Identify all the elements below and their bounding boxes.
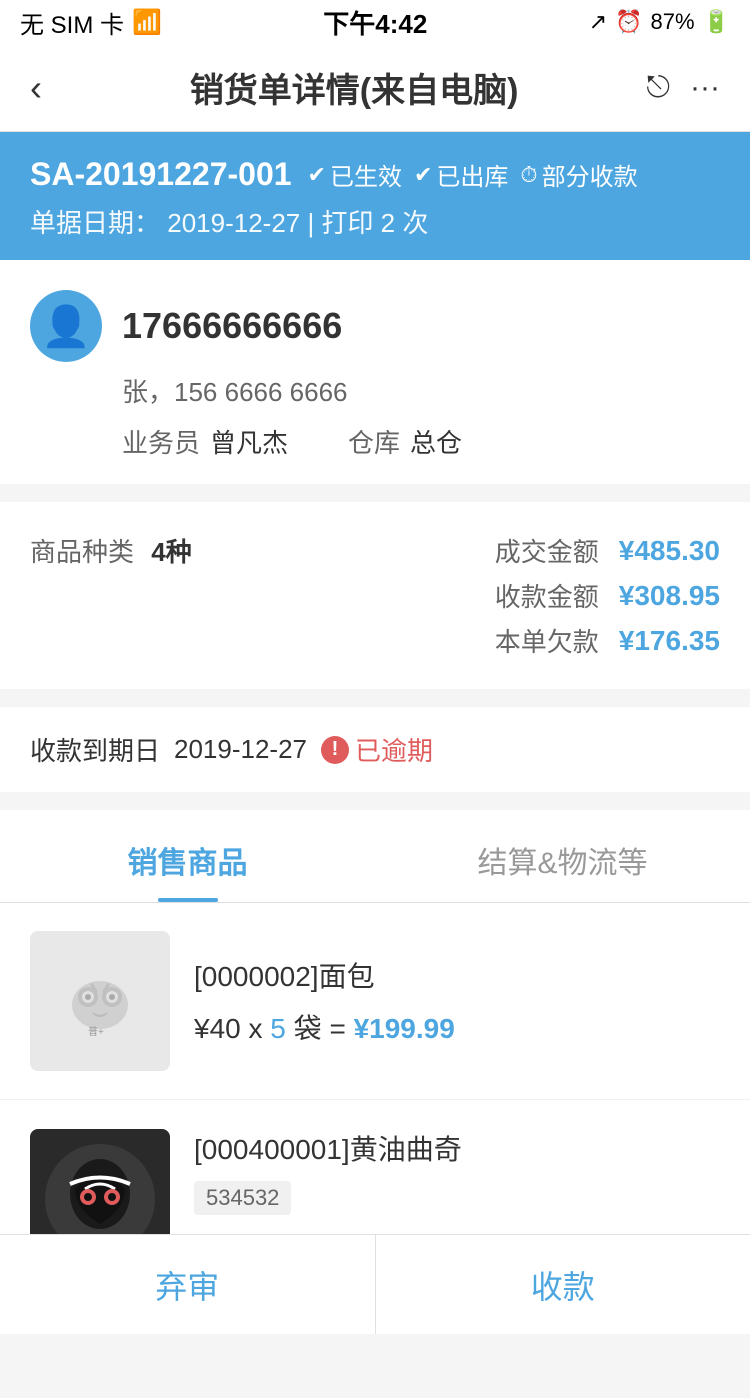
owl-icon-1: 普+ [60, 961, 140, 1041]
avatar: 👤 [30, 290, 102, 362]
status-bar: 无 SIM 卡 📶 下午4:42 ↗ ⏰ 87% 🔋 [0, 0, 750, 44]
transaction-label: 成交金额 [495, 532, 599, 569]
owed-amount: ¥176.35 [619, 625, 720, 657]
category-label: 商品种类 [30, 537, 134, 567]
summary-amounts: 成交金额 ¥485.30 收款金额 ¥308.95 本单欠款 ¥176.35 [495, 532, 720, 659]
order-id-row: SA-20191227-001 ✔ 已生效 ✔ 已出库 ⏱ 部分收款 [30, 156, 720, 193]
tab-products[interactable]: 销售商品 [0, 810, 375, 902]
due-section: 收款到期日 2019-12-27 ! 已逾期 [0, 707, 750, 792]
due-label: 收款到期日 [30, 731, 160, 768]
carrier-text: 无 SIM 卡 [20, 5, 124, 40]
overdue-badge: ! 已逾期 [321, 731, 433, 768]
tabs-row: 销售商品 结算&物流等 [0, 810, 750, 902]
page-title: 销货单详情(来自电脑) [62, 63, 646, 112]
transaction-row: 成交金额 ¥485.30 [495, 532, 720, 569]
wifi-icon: 📶 [132, 8, 162, 37]
print-info: | 打印 2 次 [307, 208, 428, 238]
product-sku-2: 534532 [194, 1181, 291, 1215]
confirm-button[interactable]: 收款 [376, 1235, 750, 1334]
order-header: SA-20191227-001 ✔ 已生效 ✔ 已出库 ⏱ 部分收款 单据日期：… [0, 132, 750, 260]
bottom-bar: 弃审 收款 [0, 1234, 750, 1334]
customer-row: 👤 17666666666 [30, 290, 720, 362]
owed-label: 本单欠款 [495, 622, 599, 659]
received-label: 收款金额 [495, 577, 599, 614]
product-price-1: ¥40 x 5 袋 = ¥199.99 [194, 1007, 720, 1047]
overdue-icon: ! [321, 736, 349, 764]
clock-icon: ⏱ [520, 162, 537, 188]
warehouse-value: 总仓 [410, 423, 462, 460]
check-icon-1: ✔ [308, 162, 326, 188]
product-thumb-1: 普+ [30, 931, 170, 1071]
tab-settlement-label: 结算&物流等 [477, 847, 647, 880]
tab-products-label: 销售商品 [128, 847, 248, 880]
transaction-amount: ¥485.30 [619, 535, 720, 567]
category-count: 4种 [151, 537, 191, 567]
due-date: 2019-12-27 [174, 734, 307, 765]
owed-row: 本单欠款 ¥176.35 [495, 622, 720, 659]
badge-shipped: ✔ 已出库 [414, 157, 508, 192]
more-icon[interactable]: ··· [690, 71, 720, 105]
customer-meta: 业务员 曾凡杰 仓库 总仓 [30, 423, 720, 460]
price-eq-1: = [329, 1013, 353, 1044]
price-unit-1: ¥40 [194, 1013, 241, 1044]
warehouse-item: 仓库 总仓 [348, 423, 462, 460]
location-icon: ↗ [589, 9, 607, 35]
warehouse-label: 仓库 [348, 423, 400, 460]
badge-partial: ⏱ 部分收款 [520, 157, 637, 192]
cancel-button[interactable]: 弃审 [0, 1235, 376, 1334]
thumb-placeholder-1: 普+ [30, 931, 170, 1071]
svg-text:普+: 普+ [88, 1025, 104, 1038]
customer-account-id: 17666666666 [122, 305, 342, 347]
customer-name: 张，156 6666 6666 [30, 372, 720, 409]
status-badges: ✔ 已生效 ✔ 已出库 ⏱ 部分收款 [308, 157, 638, 192]
salesperson-label: 业务员 [122, 423, 200, 460]
received-row: 收款金额 ¥308.95 [495, 577, 720, 614]
badge-effective-label: 已生效 [330, 157, 402, 192]
status-time: 下午4:42 [323, 4, 427, 41]
order-date: 2019-12-27 [167, 208, 300, 238]
price-qty-1: 5 [270, 1013, 286, 1044]
badge-partial-label: 部分收款 [542, 157, 638, 192]
nav-bar: ‹ 销货单详情(来自电脑) ⎋ ··· [0, 44, 750, 132]
badge-effective: ✔ 已生效 [308, 157, 402, 192]
product-info-1: [0000002]面包 ¥40 x 5 袋 = ¥199.99 [194, 955, 720, 1047]
product-item-1: 普+ [0000002]面包 ¥40 x 5 袋 = ¥199.99 [0, 903, 750, 1100]
avatar-icon: 👤 [41, 303, 91, 350]
product-name-1: [0000002]面包 [194, 955, 720, 995]
order-date-row: 单据日期： 2019-12-27 | 打印 2 次 [30, 203, 720, 240]
status-left: 无 SIM 卡 📶 [20, 5, 162, 40]
badge-shipped-label: 已出库 [436, 157, 508, 192]
price-x-1: x [249, 1013, 271, 1044]
status-right: ↗ ⏰ 87% 🔋 [589, 9, 730, 35]
tab-settlement[interactable]: 结算&物流等 [375, 810, 750, 902]
order-id: SA-20191227-001 [30, 156, 292, 193]
alarm-icon: ⏰ [615, 9, 642, 35]
battery-icon: 🔋 [703, 9, 730, 35]
battery-text: 87% [651, 9, 695, 35]
customer-section: 👤 17666666666 张，156 6666 6666 业务员 曾凡杰 仓库… [0, 260, 750, 484]
product-name-2: [000400001]黄油曲奇 [194, 1128, 720, 1168]
summary-category: 商品种类 4种 [30, 532, 192, 569]
price-total-1: ¥199.99 [354, 1013, 455, 1044]
summary-section: 商品种类 4种 成交金额 ¥485.30 收款金额 ¥308.95 本单欠款 ¥… [0, 502, 750, 689]
back-button[interactable]: ‹ [30, 67, 42, 109]
price-unit-label-1: 袋 [294, 1013, 322, 1044]
overdue-text: 已逾期 [355, 731, 433, 768]
received-amount: ¥308.95 [619, 580, 720, 612]
nav-actions: ⎋ ··· [646, 71, 720, 105]
check-icon-2: ✔ [414, 162, 432, 188]
salesperson-item: 业务员 曾凡杰 [122, 423, 288, 460]
date-label: 单据日期： [30, 208, 160, 238]
tabs-section: 销售商品 结算&物流等 [0, 810, 750, 903]
share-icon[interactable]: ⎋ [646, 71, 670, 105]
salesperson-value: 曾凡杰 [210, 423, 288, 460]
